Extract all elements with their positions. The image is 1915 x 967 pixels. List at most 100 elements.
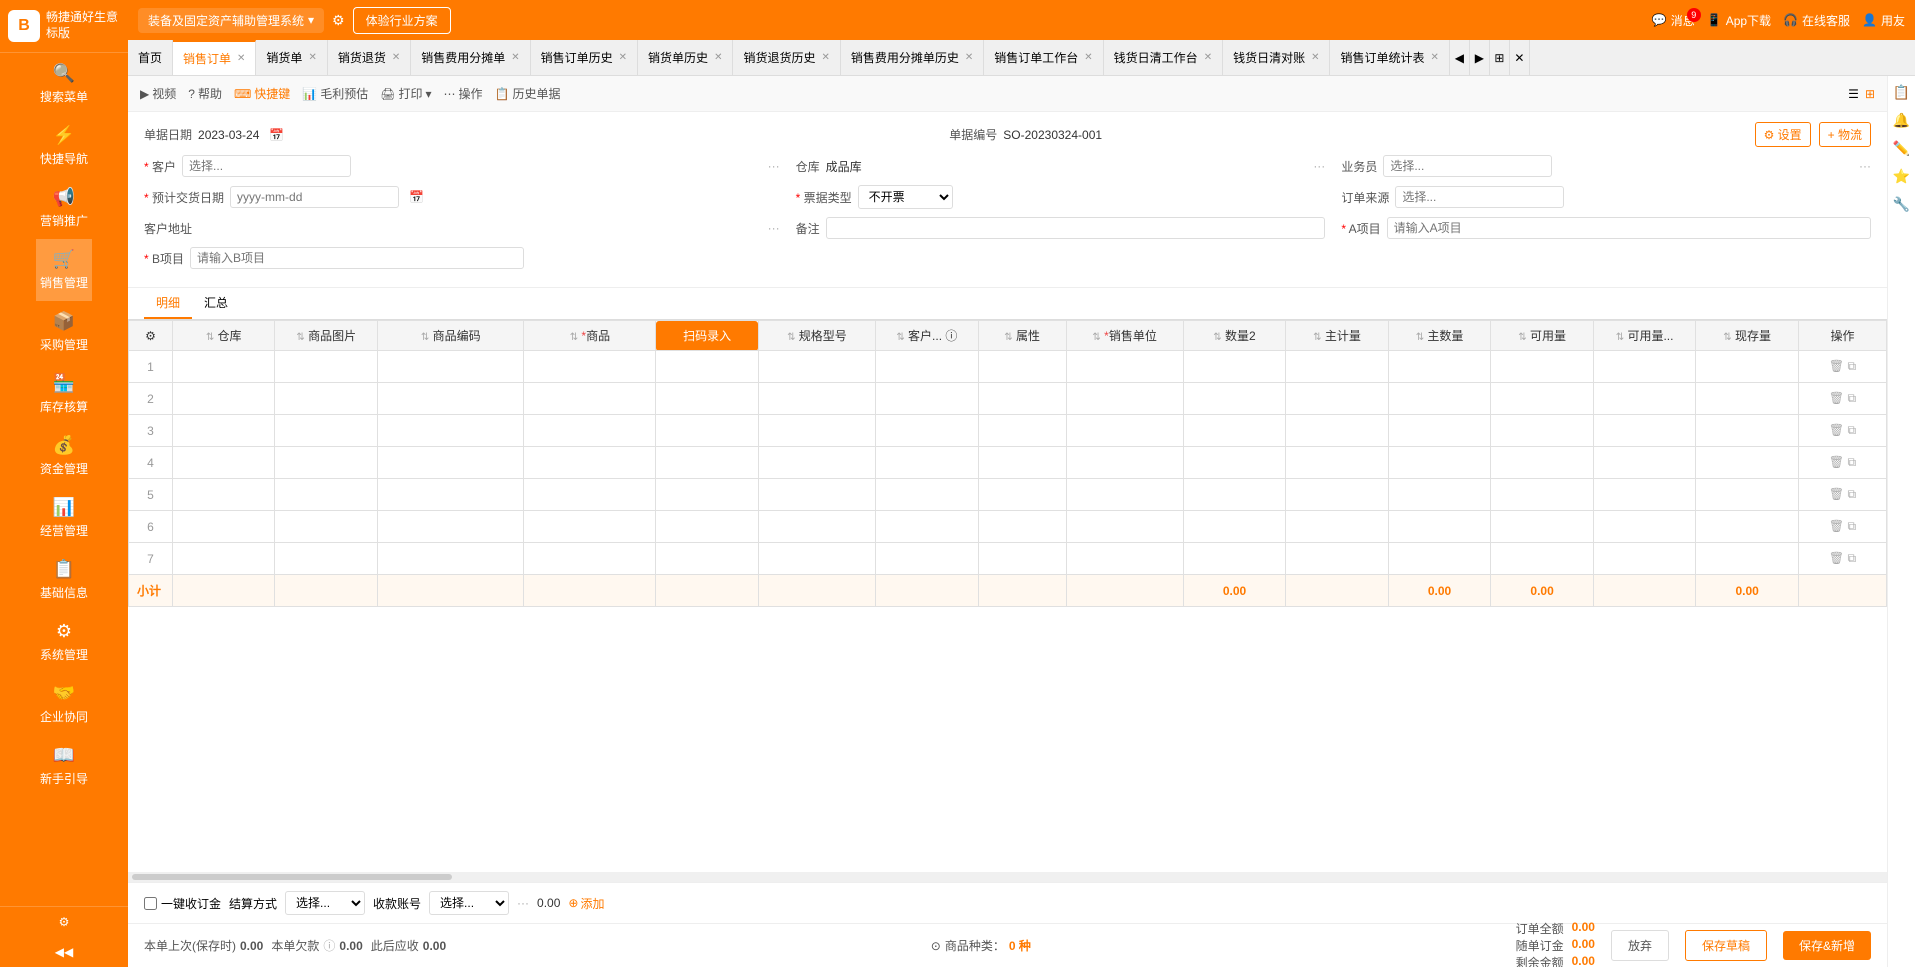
tab-9[interactable]: 销售订单工作台✕ — [984, 40, 1103, 76]
cell-3-15[interactable] — [1696, 415, 1799, 447]
cell-4-7[interactable] — [876, 447, 979, 479]
cell-3-5[interactable] — [656, 415, 759, 447]
tab-8[interactable]: 销售费用分摊单历史✕ — [841, 40, 984, 76]
tab-close-icon-7[interactable]: ✕ — [821, 52, 829, 63]
tab-next-btn[interactable]: ▶ — [1470, 40, 1490, 76]
cell-6-15[interactable] — [1696, 511, 1799, 543]
sidebar-item-3[interactable]: 🛒销售管理 — [36, 239, 92, 301]
cell-1-6[interactable] — [758, 351, 875, 383]
row-delete-icon-5[interactable]: 🗑 — [1829, 487, 1844, 501]
sidebar-item-4[interactable]: 📦采购管理 — [36, 301, 92, 363]
tab-close-icon-5[interactable]: ✕ — [619, 52, 627, 63]
row-action-6[interactable]: 🗑 ⧉ — [1798, 511, 1886, 543]
cell-3-7[interactable] — [876, 415, 979, 447]
cell-3-13[interactable] — [1491, 415, 1594, 447]
cell-7-8[interactable] — [978, 543, 1066, 575]
cell-1-13[interactable] — [1491, 351, 1594, 383]
cell-7-7[interactable] — [876, 543, 979, 575]
cell-2-4[interactable] — [524, 383, 656, 415]
cell-3-12[interactable] — [1388, 415, 1491, 447]
message-btn[interactable]: 💬 9 消息 — [1652, 12, 1695, 29]
cell-6-7[interactable] — [876, 511, 979, 543]
cell-1-4[interactable] — [524, 351, 656, 383]
toolbar-profit[interactable]: 📊 毛利预估 — [302, 85, 368, 102]
cell-1-3[interactable] — [378, 351, 524, 383]
cell-4-3[interactable] — [378, 447, 524, 479]
cell-3-2[interactable] — [275, 415, 378, 447]
toolbar-operation[interactable]: ⋯ 操作 — [444, 85, 483, 102]
product-count-icon[interactable]: ⊙ — [931, 939, 941, 953]
cell-1-1[interactable] — [172, 351, 275, 383]
sidebar-item-6[interactable]: 💰资金管理 — [36, 425, 92, 487]
cell-4-1[interactable] — [172, 447, 275, 479]
cell-5-5[interactable] — [656, 479, 759, 511]
btn-add-goods[interactable]: + 物流 — [1819, 122, 1871, 147]
row-copy-icon-4[interactable]: ⧉ — [1847, 455, 1856, 469]
cell-2-2[interactable] — [275, 383, 378, 415]
cell-6-9[interactable] — [1066, 511, 1183, 543]
cell-3-1[interactable] — [172, 415, 275, 447]
tab-12[interactable]: 销售订单统计表✕ — [1330, 40, 1449, 76]
row-action-5[interactable]: 🗑 ⧉ — [1798, 479, 1886, 511]
tab-close-icon-6[interactable]: ✕ — [714, 52, 722, 63]
b-project-input[interactable] — [190, 247, 524, 269]
user-btn[interactable]: 👤 用友 — [1862, 12, 1905, 29]
cell-2-13[interactable] — [1491, 383, 1594, 415]
sidebar-item-2[interactable]: 📢营销推广 — [36, 177, 92, 239]
cell-5-15[interactable] — [1696, 479, 1799, 511]
right-icon-star[interactable]: ⭐ — [1890, 164, 1914, 188]
account-select[interactable]: 选择... — [429, 891, 509, 915]
cell-3-8[interactable] — [978, 415, 1066, 447]
tab-close-icon-11[interactable]: ✕ — [1311, 52, 1319, 63]
discard-button[interactable]: 放弃 — [1611, 930, 1669, 961]
cell-4-14[interactable] — [1593, 447, 1696, 479]
toolbar-history[interactable]: 📋 历史单据 — [495, 85, 561, 102]
sidebar-item-8[interactable]: 📋基础信息 — [36, 549, 92, 611]
customer-more-icon[interactable]: ··· — [768, 159, 780, 173]
tab-1[interactable]: 销售订单✕ — [173, 40, 256, 76]
sidebar-item-11[interactable]: 📖新手引导 — [36, 735, 92, 797]
cell-1-14[interactable] — [1593, 351, 1696, 383]
row-delete-icon-3[interactable]: 🗑 — [1829, 423, 1844, 437]
cell-3-10[interactable] — [1183, 415, 1286, 447]
tab-close-icon-1[interactable]: ✕ — [237, 53, 245, 64]
cell-7-11[interactable] — [1286, 543, 1389, 575]
cell-2-8[interactable] — [978, 383, 1066, 415]
cell-7-9[interactable] — [1066, 543, 1183, 575]
row-delete-icon-2[interactable]: 🗑 — [1829, 391, 1844, 405]
tab-0[interactable]: 首页 — [128, 40, 173, 76]
tab-2[interactable]: 销货单✕ — [256, 40, 327, 76]
app-download-btn[interactable]: 📱 App下载 — [1707, 12, 1771, 29]
staff-more-icon[interactable]: ··· — [1859, 159, 1871, 173]
delivery-date-icon[interactable]: 📅 — [409, 190, 424, 204]
tab-close-icon-8[interactable]: ✕ — [965, 52, 973, 63]
a-project-input[interactable] — [1387, 217, 1871, 239]
sidebar-item-5[interactable]: 🏪库存核算 — [36, 363, 92, 425]
cell-3-3[interactable] — [378, 415, 524, 447]
cell-7-2[interactable] — [275, 543, 378, 575]
right-icon-tool[interactable]: 🔧 — [1890, 192, 1914, 216]
cell-5-13[interactable] — [1491, 479, 1594, 511]
tab-close-icon-3[interactable]: ✕ — [392, 52, 400, 63]
cell-4-11[interactable] — [1286, 447, 1389, 479]
cell-7-4[interactable] — [524, 543, 656, 575]
sidebar-item-0[interactable]: 🔍搜索菜单 — [36, 53, 92, 115]
solution-button[interactable]: 体验行业方案 — [353, 7, 451, 34]
cell-7-10[interactable] — [1183, 543, 1286, 575]
order-source-input[interactable] — [1395, 186, 1564, 208]
save-draft-button[interactable]: 保存草稿 — [1685, 930, 1767, 961]
row-copy-icon-3[interactable]: ⧉ — [1847, 423, 1856, 437]
cell-5-9[interactable] — [1066, 479, 1183, 511]
right-icon-edit[interactable]: ✏️ — [1890, 136, 1914, 160]
row-delete-icon-7[interactable]: 🗑 — [1829, 551, 1844, 565]
settle-select[interactable]: 选择... — [285, 891, 365, 915]
cell-6-1[interactable] — [172, 511, 275, 543]
cell-2-1[interactable] — [172, 383, 275, 415]
tab-more-btn[interactable]: ⊞ — [1490, 40, 1510, 76]
right-icon-clipboard[interactable]: 📋 — [1890, 80, 1914, 104]
tab-close-icon-2[interactable]: ✕ — [308, 52, 316, 63]
row-copy-icon-6[interactable]: ⧉ — [1847, 519, 1856, 533]
tab-close-icon-10[interactable]: ✕ — [1204, 52, 1212, 63]
cell-2-6[interactable] — [758, 383, 875, 415]
row-copy-icon-7[interactable]: ⧉ — [1847, 551, 1856, 565]
